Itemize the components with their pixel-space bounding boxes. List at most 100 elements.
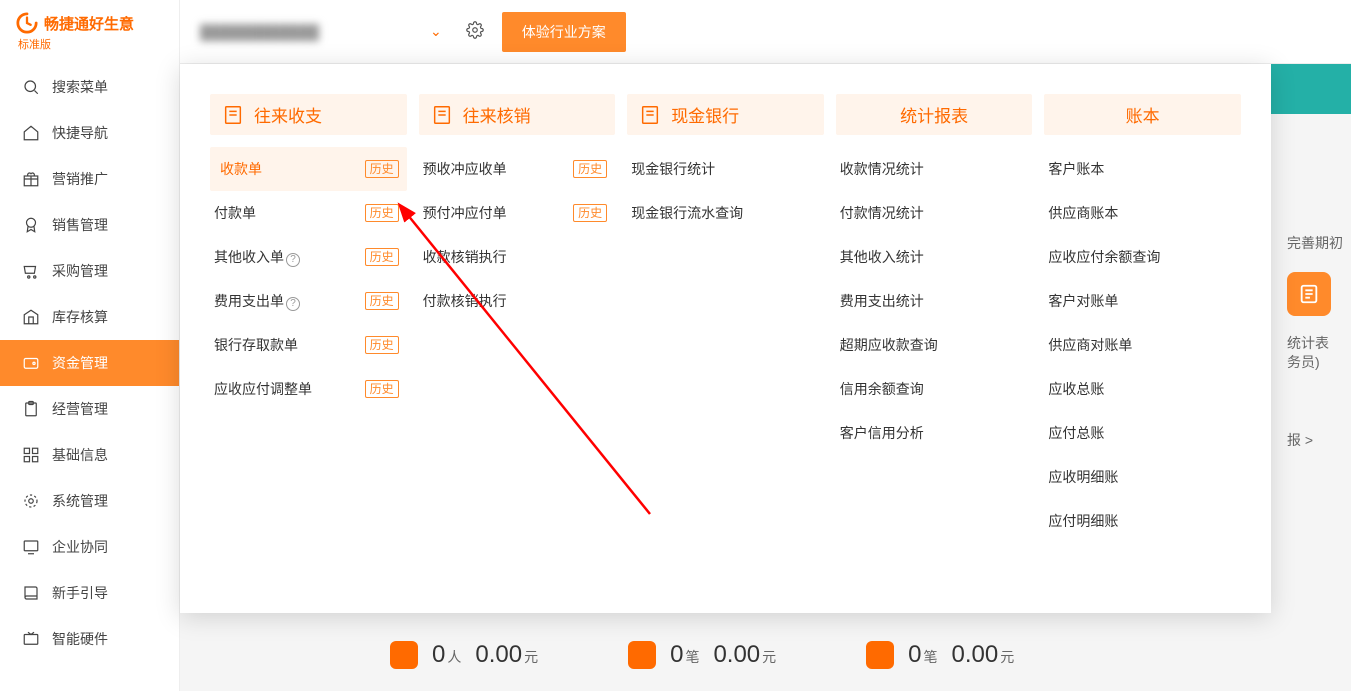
search-icon [22, 78, 40, 96]
sidebar-item-system[interactable]: 系统管理 [0, 478, 179, 524]
mega-item[interactable]: 应收应付调整单 历史 [210, 367, 407, 411]
help-icon[interactable]: ? [286, 297, 300, 311]
mega-item[interactable]: 供应商账本 [1044, 191, 1241, 235]
mega-item[interactable]: 应付明细账 [1044, 499, 1241, 543]
history-badge[interactable]: 历史 [365, 160, 399, 178]
mega-item-label: 费用支出统计 [840, 291, 924, 311]
sidebar-item-label: 基础信息 [52, 445, 108, 465]
mega-item[interactable]: 供应商对账单 [1044, 323, 1241, 367]
rail-icon-button[interactable] [1287, 272, 1331, 316]
gear-icon[interactable] [462, 17, 488, 46]
history-badge[interactable]: 历史 [365, 336, 399, 354]
sidebar-item-label: 新手引导 [52, 583, 108, 603]
mega-item[interactable]: 预收冲应收单历史 [419, 147, 616, 191]
mega-item-label: 超期应收款查询 [840, 335, 938, 355]
sidebar-item-hw[interactable]: 智能硬件 [0, 616, 179, 662]
history-badge[interactable]: 历史 [365, 292, 399, 310]
sidebar-item-coop[interactable]: 企业协同 [0, 524, 179, 570]
mega-item[interactable]: 超期应收款查询 [836, 323, 1033, 367]
mega-item[interactable]: 银行存取款单历史 [210, 323, 407, 367]
help-icon[interactable]: ? [286, 253, 300, 267]
mega-item[interactable]: 预付冲应付单 历史 [419, 191, 616, 235]
stat-icon [866, 641, 894, 669]
mega-item-label: 收款单 [220, 159, 262, 179]
sidebar-item-guide[interactable]: 新手引导 [0, 570, 179, 616]
mega-item[interactable]: 现金银行流水查询 [627, 191, 824, 235]
sidebar-item-label: 营销推广 [52, 169, 108, 189]
sidebar-item-baseinfo[interactable]: 基础信息 [0, 432, 179, 478]
stat-card-0: 0人0.00元 [390, 641, 538, 669]
sidebar-item-marketing[interactable]: 营销推广 [0, 156, 179, 202]
brand-name: 畅捷通好生意 [44, 13, 134, 34]
experience-plan-button[interactable]: 体验行业方案 [502, 12, 626, 52]
mega-item[interactable]: 客户对账单 [1044, 279, 1241, 323]
mega-item-label: 应收总账 [1048, 379, 1104, 399]
mega-item[interactable]: 收款情况统计 [836, 147, 1033, 191]
mega-item[interactable]: 信用余额查询 [836, 367, 1033, 411]
target-icon [22, 492, 40, 510]
stat-amount: 0.00元 [713, 641, 776, 669]
mega-col-0: 往来收支收款单历史付款单历史其他收入单?历史费用支出单?历史银行存取款单历史应收… [210, 94, 407, 593]
mega-item[interactable]: 费用支出统计 [836, 279, 1033, 323]
sidebar-item-search[interactable]: 搜索菜单 [0, 64, 179, 110]
monitor-icon [22, 538, 40, 556]
brand-logo-icon [16, 12, 38, 34]
sidebar-item-funds[interactable]: 资金管理 [0, 340, 179, 386]
cart-icon [22, 262, 40, 280]
rail-text-3[interactable]: 报 > [1287, 431, 1313, 451]
stat-card-1: 0笔 0.00元 [628, 641, 776, 669]
stat-card-2: 0笔0.00元 [866, 641, 1014, 669]
sidebar-item-sales[interactable]: 销售管理 [0, 202, 179, 248]
sidebar-item-label: 经营管理 [52, 399, 108, 419]
mega-item[interactable]: 客户信用分析 [836, 411, 1033, 455]
mega-item-label: 信用余额查询 [840, 379, 924, 399]
history-badge[interactable]: 历史 [365, 248, 399, 266]
mega-item[interactable]: 费用支出单?历史 [210, 279, 407, 323]
sidebar-item-label: 系统管理 [52, 491, 108, 511]
brand-edition: 标准版 [18, 36, 163, 52]
org-dropdown-chevron-icon[interactable]: ⌄ [424, 23, 448, 40]
history-badge[interactable]: 历史 [365, 380, 399, 398]
mega-item[interactable]: 收款单 历史 [210, 147, 407, 191]
mega-item[interactable]: 付款核销执行 [419, 279, 616, 323]
sidebar-item-quicknav[interactable]: 快捷导航 [0, 110, 179, 156]
mega-item-label: 应收明细账 [1048, 467, 1118, 487]
mega-item[interactable]: 收款核销执行 [419, 235, 616, 279]
mega-item-label: 客户对账单 [1048, 291, 1118, 311]
mega-col-4: 账本客户账本供应商账本应收应付余额查询客户对账单供应商对账单应收总账应付总账应收… [1044, 94, 1241, 593]
mega-col-3: 统计报表收款情况统计付款情况统计其他收入统计费用支出统计超期应收款查询信用余额查… [836, 94, 1033, 593]
stat-icon [628, 641, 656, 669]
sidebar-item-label: 库存核算 [52, 307, 108, 327]
sidebar-item-label: 快捷导航 [52, 123, 108, 143]
funds-mega-menu: 往来收支收款单历史付款单历史其他收入单?历史费用支出单?历史银行存取款单历史应收… [180, 64, 1271, 613]
mega-item[interactable]: 应付总账 [1044, 411, 1241, 455]
mega-item[interactable]: 其他收入单?历史 [210, 235, 407, 279]
mega-item[interactable]: 应收明细账 [1044, 455, 1241, 499]
sidebar-item-purchase[interactable]: 采购管理 [0, 248, 179, 294]
mega-item-label: 应收应付调整单 [214, 379, 312, 399]
mega-col-header: 统计报表 [836, 94, 1033, 135]
mega-col-1: 往来核销预收冲应收单历史预付冲应付单历史收款核销执行付款核销执行 [419, 94, 616, 593]
sidebar-item-operation[interactable]: 经营管理 [0, 386, 179, 432]
stat-count: 0人 [432, 641, 461, 669]
mega-item-label: 预付冲应付单 [423, 203, 507, 223]
stat-row: 0人0.00元0笔0.00元0笔0.00元 [390, 641, 1311, 669]
mega-col-2: 现金银行现金银行统计现金银行流水查询 [627, 94, 824, 593]
history-badge[interactable]: 历史 [573, 160, 607, 178]
sidebar-item-inventory[interactable]: 库存核算 [0, 294, 179, 340]
mega-item[interactable]: 应收总账 [1044, 367, 1241, 411]
history-badge[interactable]: 历史 [365, 204, 399, 222]
mega-item[interactable]: 应收应付余额查询 [1044, 235, 1241, 279]
home-icon [22, 124, 40, 142]
mega-item[interactable]: 现金银行统计 [627, 147, 824, 191]
sidebar-item-label: 销售管理 [52, 215, 108, 235]
mega-item[interactable]: 其他收入统计 [836, 235, 1033, 279]
stat-icon [390, 641, 418, 669]
mega-item-label: 收款核销执行 [423, 247, 507, 267]
mega-item[interactable]: 客户账本 [1044, 147, 1241, 191]
history-badge[interactable]: 历史 [573, 204, 607, 222]
stat-count: 0笔 [670, 641, 699, 669]
mega-item[interactable]: 付款单历史 [210, 191, 407, 235]
mega-item[interactable]: 付款情况统计 [836, 191, 1033, 235]
topbar: ████████████ ⌄ 体验行业方案 [180, 0, 1351, 64]
